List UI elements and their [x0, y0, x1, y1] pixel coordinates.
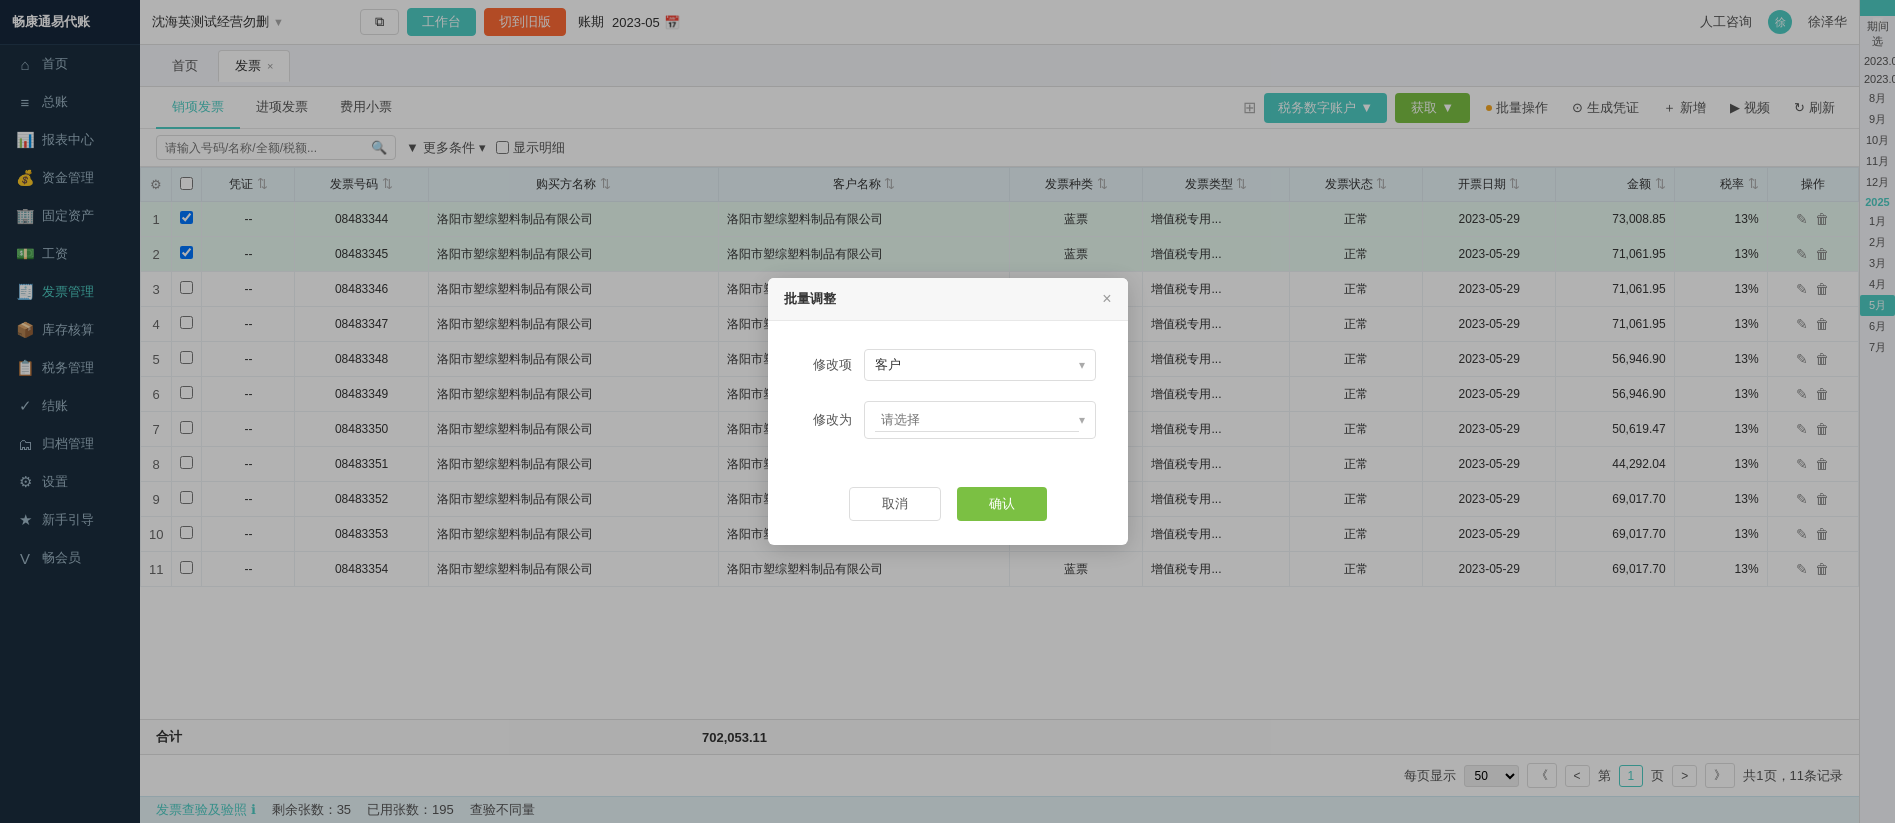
field-chevron-icon: ▾ [1079, 358, 1085, 372]
change-label: 修改为 [800, 411, 852, 429]
field-select[interactable]: 客户 ▾ [864, 349, 1096, 381]
change-chevron-icon: ▾ [1079, 413, 1085, 427]
change-input[interactable] [875, 408, 1079, 432]
change-select[interactable]: ▾ [864, 401, 1096, 439]
cancel-button[interactable]: 取消 [849, 487, 941, 521]
batch-adjust-modal: 批量调整 × 修改项 客户 ▾ 修改为 ▾ 取消 确认 [768, 278, 1128, 545]
field-row: 修改项 客户 ▾ [800, 349, 1096, 381]
modal-title: 批量调整 [784, 290, 836, 308]
modal-footer: 取消 确认 [768, 479, 1128, 545]
modal-overlay: 批量调整 × 修改项 客户 ▾ 修改为 ▾ 取消 确认 [0, 0, 1895, 823]
field-label: 修改项 [800, 356, 852, 374]
modal-body: 修改项 客户 ▾ 修改为 ▾ [768, 321, 1128, 479]
confirm-button[interactable]: 确认 [957, 487, 1047, 521]
modal-close-btn[interactable]: × [1102, 291, 1111, 307]
change-row: 修改为 ▾ [800, 401, 1096, 439]
field-select-value: 客户 [875, 356, 901, 374]
modal-header: 批量调整 × [768, 278, 1128, 321]
